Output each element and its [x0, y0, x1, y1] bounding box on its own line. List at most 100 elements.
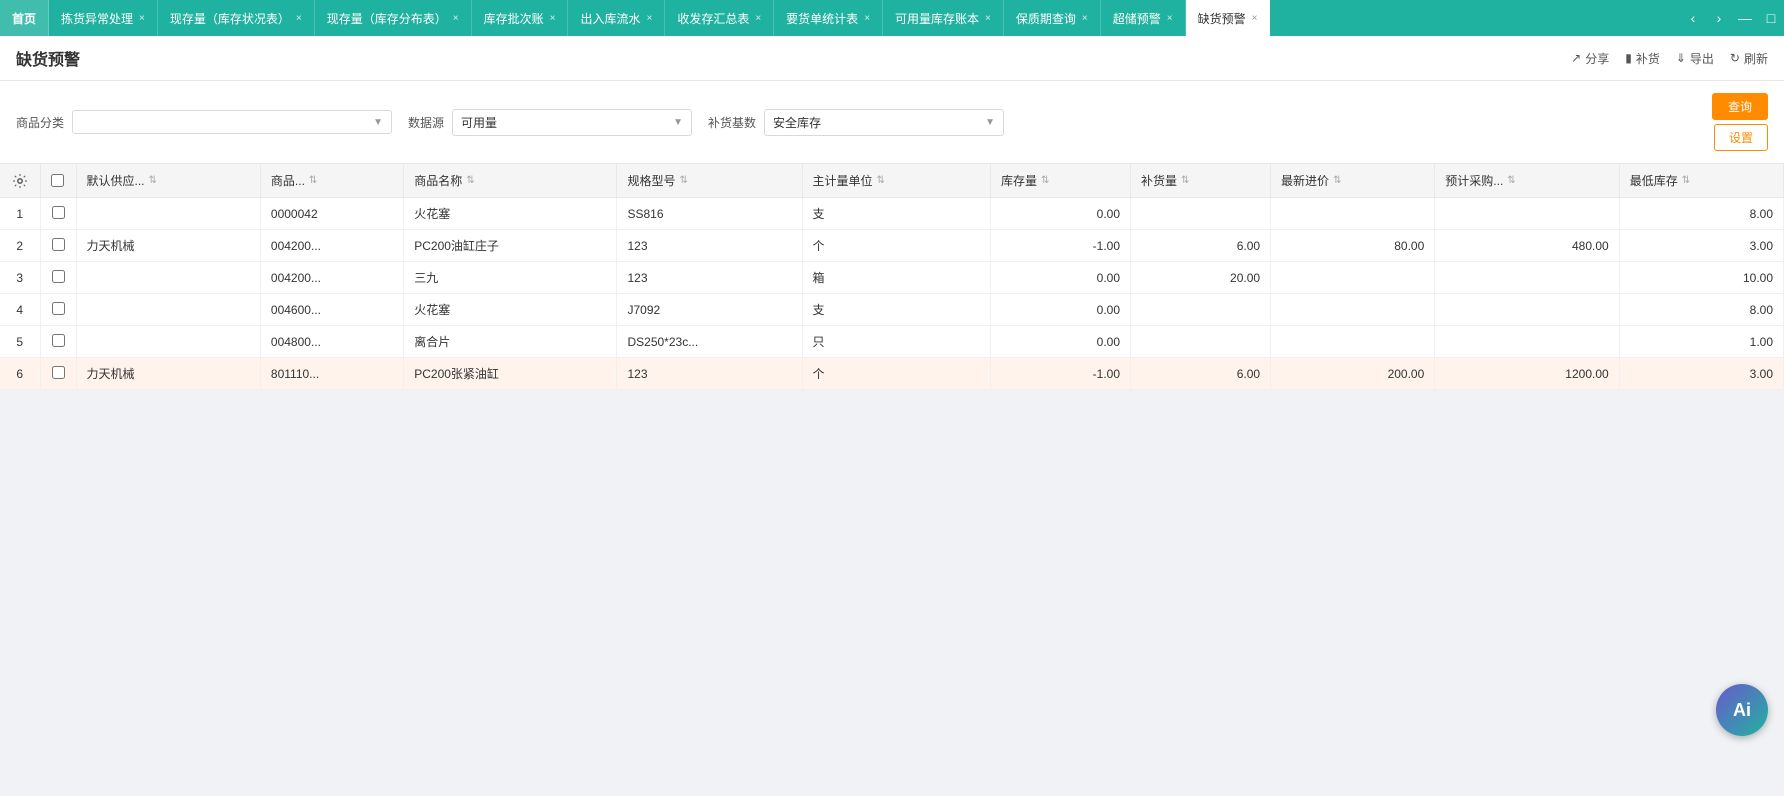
column-checkbox [40, 164, 76, 198]
tab-maximize-button[interactable]: □ [1758, 0, 1784, 36]
column-product-code: 商品... ⇅ [260, 164, 403, 198]
row-checkbox-cell [40, 262, 76, 294]
tab-requisition-stat-close[interactable]: × [864, 13, 870, 24]
estimated-purchase-cell [1435, 262, 1619, 294]
select-all-checkbox[interactable] [51, 174, 64, 187]
tab-inout-flow-label: 出入库流水 [580, 10, 640, 27]
replenish-button[interactable]: ▮ 补货 [1625, 50, 1660, 67]
tab-expiry-query[interactable]: 保质期查询 × [1004, 0, 1101, 36]
sort-replenish-qty-icon[interactable]: ⇅ [1181, 175, 1189, 186]
sort-estimated-purchase-icon[interactable]: ⇅ [1507, 175, 1515, 186]
tab-next-button[interactable]: › [1706, 0, 1732, 36]
gear-settings-icon[interactable] [12, 173, 28, 189]
datasource-filter-group: 数据源 可用量 ▼ [408, 109, 692, 136]
tab-exception-label: 拣货异常处理 [61, 10, 133, 27]
tab-receive-summary[interactable]: 收发存汇总表 × [665, 0, 774, 36]
sort-spec-icon[interactable]: ⇅ [680, 175, 688, 186]
tab-overstock-warning-label: 超储预警 [1113, 10, 1161, 27]
tab-requisition-stat[interactable]: 要货单统计表 × [774, 0, 883, 36]
sort-latest-price-icon[interactable]: ⇅ [1333, 175, 1341, 186]
stock-qty-cell: -1.00 [990, 230, 1130, 262]
tab-exception[interactable]: 拣货异常处理 × [49, 0, 158, 36]
row-checkbox[interactable] [52, 334, 65, 347]
tab-available-ledger-close[interactable]: × [985, 13, 991, 24]
row-checkbox-cell [40, 230, 76, 262]
replenish-qty-cell: 6.00 [1131, 358, 1271, 390]
category-select-value [81, 115, 84, 129]
estimated-purchase-cell: 480.00 [1435, 230, 1619, 262]
page-header: 缺货预警 ↗ 分享 ▮ 补货 ⇓ 导出 ↻ 刷新 [0, 36, 1784, 81]
spec-cell: SS816 [617, 198, 802, 230]
settings-button[interactable]: 设置 [1714, 124, 1768, 151]
tab-inventory-status[interactable]: 现存量（库存状况表） × [158, 0, 315, 36]
share-button[interactable]: ↗ 分享 [1571, 50, 1609, 67]
datasource-filter-label: 数据源 [408, 114, 444, 131]
default-supplier-cell [76, 294, 260, 326]
unit-cell: 支 [802, 198, 990, 230]
sort-unit-icon[interactable]: ⇅ [877, 175, 885, 186]
tab-receive-summary-label: 收发存汇总表 [677, 10, 749, 27]
column-spec: 规格型号 ⇅ [617, 164, 802, 198]
tab-exception-close[interactable]: × [139, 13, 145, 24]
tab-overstock-warning[interactable]: 超储预警 × [1101, 0, 1186, 36]
row-number-cell: 3 [0, 262, 40, 294]
tab-overstock-warning-close[interactable]: × [1167, 13, 1173, 24]
sort-product-name-icon[interactable]: ⇅ [466, 175, 474, 186]
category-filter-group: 商品分类 ▼ [16, 110, 392, 134]
tab-batch-account-close[interactable]: × [550, 13, 556, 24]
tab-inventory-dist[interactable]: 现存量（库存分布表） × [315, 0, 472, 36]
estimated-purchase-cell [1435, 326, 1619, 358]
table-body: 10000042火花塞SS816支0.008.002力天机械004200...P… [0, 198, 1784, 390]
tab-inout-flow-close[interactable]: × [646, 13, 652, 24]
replenish-qty-cell [1131, 326, 1271, 358]
page-title: 缺货预警 [16, 46, 1571, 70]
tab-shortage-warning[interactable]: 缺货预警 × [1186, 0, 1271, 36]
spec-cell: J7092 [617, 294, 802, 326]
tab-available-ledger[interactable]: 可用量库存账本 × [883, 0, 1004, 36]
query-button[interactable]: 查询 [1712, 93, 1768, 120]
tab-prev-button[interactable]: ‹ [1680, 0, 1706, 36]
column-default-supplier-label: 默认供应... [87, 172, 145, 189]
tab-expiry-query-close[interactable]: × [1082, 13, 1088, 24]
replenish-icon: ▮ [1625, 51, 1632, 65]
row-checkbox[interactable] [52, 302, 65, 315]
refresh-button[interactable]: ↻ 刷新 [1730, 50, 1768, 67]
tab-inout-flow[interactable]: 出入库流水 × [568, 0, 665, 36]
sort-default-supplier-icon[interactable]: ⇅ [149, 175, 157, 186]
export-button[interactable]: ⇓ 导出 [1676, 50, 1714, 67]
datasource-select[interactable]: 可用量 ▼ [452, 109, 692, 136]
unit-cell: 个 [802, 358, 990, 390]
sort-product-code-icon[interactable]: ⇅ [309, 175, 317, 186]
tab-inventory-status-close[interactable]: × [296, 13, 302, 24]
tab-receive-summary-close[interactable]: × [755, 13, 761, 24]
tab-shortage-warning-close[interactable]: × [1252, 13, 1258, 24]
tab-home[interactable]: 首页 [0, 0, 49, 36]
tab-inventory-dist-label: 现存量（库存分布表） [327, 10, 447, 27]
column-product-name-label: 商品名称 [414, 172, 462, 189]
column-product-code-label: 商品... [271, 172, 305, 189]
min-stock-cell: 8.00 [1619, 198, 1783, 230]
product-code-cell: 004800... [260, 326, 403, 358]
replenish-base-select-arrow-icon: ▼ [985, 117, 995, 128]
row-checkbox[interactable] [52, 270, 65, 283]
tab-minimize-button[interactable]: — [1732, 0, 1758, 36]
refresh-icon: ↻ [1730, 51, 1740, 65]
sort-min-stock-icon[interactable]: ⇅ [1682, 175, 1690, 186]
spec-cell: 123 [617, 358, 802, 390]
column-min-stock-label: 最低库存 [1630, 172, 1678, 189]
ai-assistant-button[interactable]: Ai [1716, 684, 1768, 736]
tab-inventory-dist-close[interactable]: × [453, 13, 459, 24]
tab-batch-account[interactable]: 库存批次账 × [472, 0, 569, 36]
product-name-cell: 火花塞 [404, 294, 617, 326]
replenish-base-select[interactable]: 安全库存 ▼ [764, 109, 1004, 136]
category-select[interactable]: ▼ [72, 110, 392, 134]
sort-stock-qty-icon[interactable]: ⇅ [1041, 175, 1049, 186]
tab-batch-account-label: 库存批次账 [484, 10, 544, 27]
column-min-stock: 最低库存 ⇅ [1619, 164, 1783, 198]
table-row: 3004200...三九123箱0.0020.0010.00 [0, 262, 1784, 294]
refresh-label: 刷新 [1744, 50, 1768, 67]
row-checkbox[interactable] [52, 206, 65, 219]
row-checkbox[interactable] [52, 366, 65, 379]
table-container: 默认供应... ⇅ 商品... ⇅ 商品名称 ⇅ [0, 164, 1784, 390]
row-checkbox[interactable] [52, 238, 65, 251]
